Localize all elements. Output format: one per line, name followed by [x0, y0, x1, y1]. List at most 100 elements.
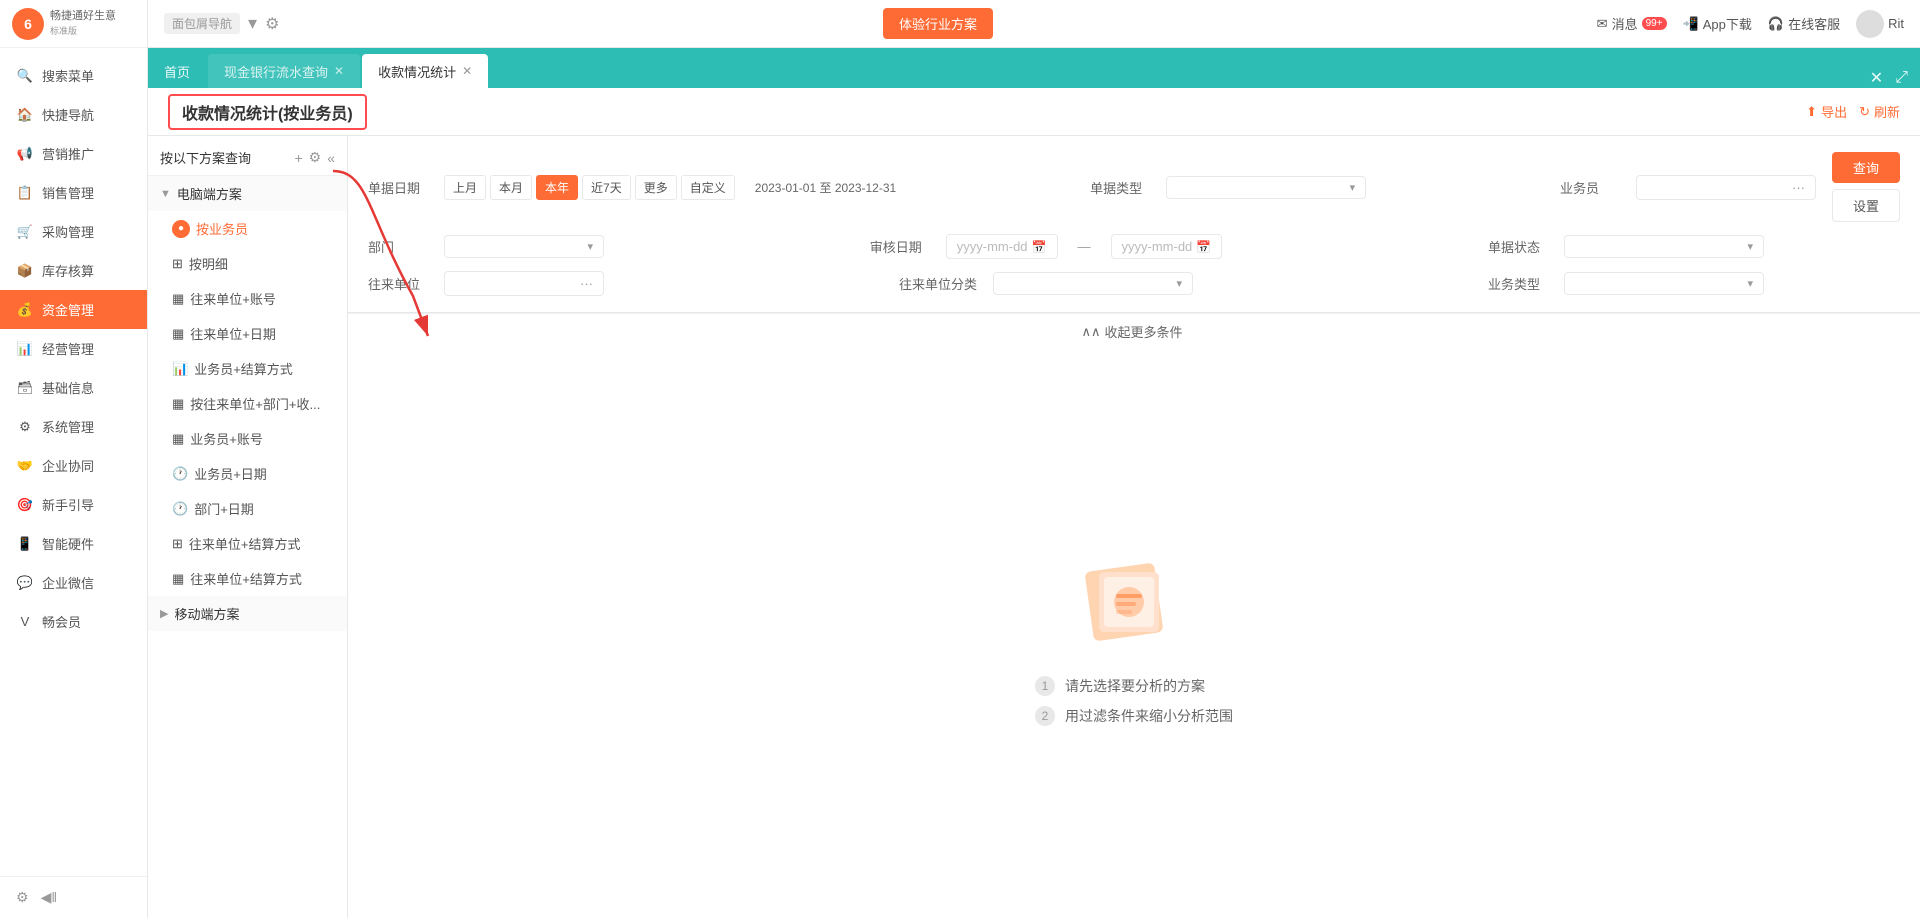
logo-icon: 6 [12, 8, 44, 40]
sidebar-item-member[interactable]: V 畅会员 [0, 602, 147, 641]
voucher-status-select[interactable]: ▾ [1564, 235, 1764, 258]
trial-button[interactable]: 体验行业方案 [883, 8, 993, 39]
sidebar-item-purchase[interactable]: 🛒 采购管理 [0, 212, 147, 251]
partner-category-select[interactable]: ▾ [993, 272, 1193, 295]
plan-item-dept-date[interactable]: 🕐 部门+日期 [148, 491, 347, 526]
page-title-box: 收款情况统计(按业务员) [168, 94, 367, 130]
category-chevron-icon: ▾ [1350, 181, 1356, 194]
query-button[interactable]: 查询 [1832, 152, 1900, 183]
download-icon: 📲 [1683, 16, 1699, 32]
filter-row-2: 部门 ▾ 审核日期 yyyy-mm-dd 📅 — y [368, 234, 1900, 259]
expand-icon[interactable]: ⤢ [1895, 69, 1908, 87]
sidebar-item-system[interactable]: ⚙ 系统管理 [0, 407, 147, 446]
sidebar-item-quicknav[interactable]: 🏠 快捷导航 [0, 95, 147, 134]
close-all-tabs-icon[interactable]: ✕ [1870, 68, 1883, 88]
add-plan-icon[interactable]: + [294, 150, 302, 166]
review-date-to[interactable]: yyyy-mm-dd 📅 [1111, 234, 1223, 259]
message-button[interactable]: ✉ 消息 99+ [1597, 14, 1667, 33]
partner-label: 往来单位 [368, 274, 428, 293]
partner-select[interactable]: ··· [444, 271, 604, 296]
sidebar-item-inventory[interactable]: 📦 库存核算 [0, 251, 147, 290]
tab-collection-close-icon[interactable]: ✕ [462, 64, 472, 78]
sidebar-item-marketing[interactable]: 📢 营销推广 [0, 134, 147, 173]
basicinfo-icon: 🗃 [16, 379, 34, 397]
empty-step-2: 2 用过滤条件来缩小分析范围 [1035, 706, 1233, 726]
sidebar-item-sales[interactable]: 📋 销售管理 [0, 173, 147, 212]
date-btn-this-month[interactable]: 本月 [490, 175, 532, 200]
step-num-2: 2 [1035, 706, 1055, 726]
sales-icon: 📋 [16, 184, 34, 202]
plan-item-partner-settle2[interactable]: ▦ 往来单位+结算方式 [148, 561, 347, 596]
sidebar-item-search[interactable]: 🔍 搜索菜单 [0, 56, 147, 95]
plan-item-salesman[interactable]: ● 按业务员 [148, 211, 347, 246]
bottom-collapse-icon[interactable]: ◀‖ [41, 889, 58, 906]
sidebar-item-operations[interactable]: 📊 经营管理 [0, 329, 147, 368]
plan-item-detail[interactable]: ⊞ 按明细 [148, 246, 347, 281]
partner-account-icon: ▦ [172, 291, 184, 307]
salesman-select[interactable]: ··· [1636, 175, 1816, 200]
sidebar-item-wechat[interactable]: 💬 企业微信 [0, 563, 147, 602]
sidebar-item-collab[interactable]: 🤝 企业协同 [0, 446, 147, 485]
system-icon: ⚙ [16, 418, 34, 436]
content-layout: 按以下方案查询 + ⚙ « ▼ 电脑端方案 ● [148, 136, 1920, 918]
refresh-icon: ↻ [1859, 104, 1870, 120]
dept-select[interactable]: ▾ [444, 235, 604, 258]
date-btn-this-year[interactable]: 本年 [536, 175, 578, 200]
sidebar-item-guide[interactable]: 🎯 新手引导 [0, 485, 147, 524]
export-button[interactable]: ⬆ 导出 [1806, 102, 1847, 121]
collapse-filter-button[interactable]: ∧∧ 收起更多条件 [348, 313, 1920, 349]
category-select[interactable]: ▾ [1166, 176, 1366, 199]
filter-settings-button[interactable]: 设置 [1832, 189, 1900, 222]
header-right: ✉ 消息 99+ 📲 App下载 🎧 在线客服 Rit [1597, 10, 1904, 38]
partner-category-label: 往来单位分类 [899, 274, 977, 293]
collab-icon: 🤝 [16, 457, 34, 475]
bottom-settings-icon[interactable]: ⚙ [16, 889, 29, 906]
dropdown-icon[interactable]: ▾ [248, 13, 257, 34]
main-area: 面包屑导航 ▾ ⚙ 体验行业方案 ✉ 消息 99+ 📲 App下载 🎧 在线客服 [148, 0, 1920, 918]
plan-group-mobile-header[interactable]: ▶ 移动端方案 [148, 596, 347, 631]
tab-collection-stats[interactable]: 收款情况统计 ✕ [362, 54, 488, 88]
plan-item-partner-date[interactable]: ▦ 往来单位+日期 [148, 316, 347, 351]
salesman-settle-icon: 📊 [172, 361, 188, 377]
logo-area: 6 畅捷通好生意 标准版 [0, 0, 147, 48]
plan-item-partner-settle1[interactable]: ⊞ 往来单位+结算方式 [148, 526, 347, 561]
message-icon: ✉ [1597, 16, 1608, 32]
partner-dots: ··· [580, 276, 593, 291]
plan-item-salesman-settle[interactable]: 📊 业务员+结算方式 [148, 351, 347, 386]
plan-group-desktop-header[interactable]: ▼ 电脑端方案 [148, 176, 347, 211]
hardware-icon: 📱 [16, 535, 34, 553]
logo-text: 畅捷通好生意 [50, 10, 116, 23]
tab-bar: 首页 现金银行流水查询 ✕ 收款情况统计 ✕ ✕ ⤢ [148, 48, 1920, 88]
group-arrow-icon: ▼ [160, 188, 171, 200]
plan-item-salesman-account[interactable]: ▦ 业务员+账号 [148, 421, 347, 456]
finance-icon: 💰 [16, 301, 34, 319]
salesman-account-icon: ▦ [172, 431, 184, 447]
sidebar-item-basic-info[interactable]: 🗃 基础信息 [0, 368, 147, 407]
sidebar-nav: 🔍 搜索菜单 🏠 快捷导航 📢 营销推广 📋 销售管理 🛒 采购管理 📦 库存核… [0, 48, 147, 876]
partner-date-icon: ▦ [172, 326, 184, 342]
sidebar-item-hardware[interactable]: 📱 智能硬件 [0, 524, 147, 563]
member-icon: V [16, 613, 34, 631]
date-btn-more[interactable]: 更多 [635, 175, 677, 200]
refresh-button[interactable]: ↻ 刷新 [1859, 102, 1900, 121]
operations-icon: 📊 [16, 340, 34, 358]
plan-item-salesman-date[interactable]: 🕐 业务员+日期 [148, 456, 347, 491]
sidebar-item-finance[interactable]: 💰 资金管理 [0, 290, 147, 329]
date-btn-7days[interactable]: 近7天 [582, 175, 631, 200]
left-panel-header: 按以下方案查询 + ⚙ « [148, 136, 347, 176]
tab-home[interactable]: 首页 [148, 54, 206, 88]
plan-item-partner-account[interactable]: ▦ 往来单位+账号 [148, 281, 347, 316]
collapse-panel-icon[interactable]: « [327, 150, 335, 166]
tab-bank-flow[interactable]: 现金银行流水查询 ✕ [208, 54, 360, 88]
business-type-select[interactable]: ▾ [1564, 272, 1764, 295]
tab-bank-close-icon[interactable]: ✕ [334, 64, 344, 78]
date-btn-custom[interactable]: 自定义 [681, 175, 735, 200]
user-profile[interactable]: Rit [1856, 10, 1904, 38]
app-download-button[interactable]: 📲 App下载 [1683, 14, 1752, 33]
plan-settings-icon[interactable]: ⚙ [309, 149, 322, 166]
online-service-button[interactable]: 🎧 在线客服 [1768, 14, 1840, 33]
header-settings-icon[interactable]: ⚙ [265, 14, 279, 34]
date-btn-last-month[interactable]: 上月 [444, 175, 486, 200]
plan-item-partner-dept[interactable]: ▦ 按往来单位+部门+收... [148, 386, 347, 421]
review-date-from[interactable]: yyyy-mm-dd 📅 [946, 234, 1058, 259]
